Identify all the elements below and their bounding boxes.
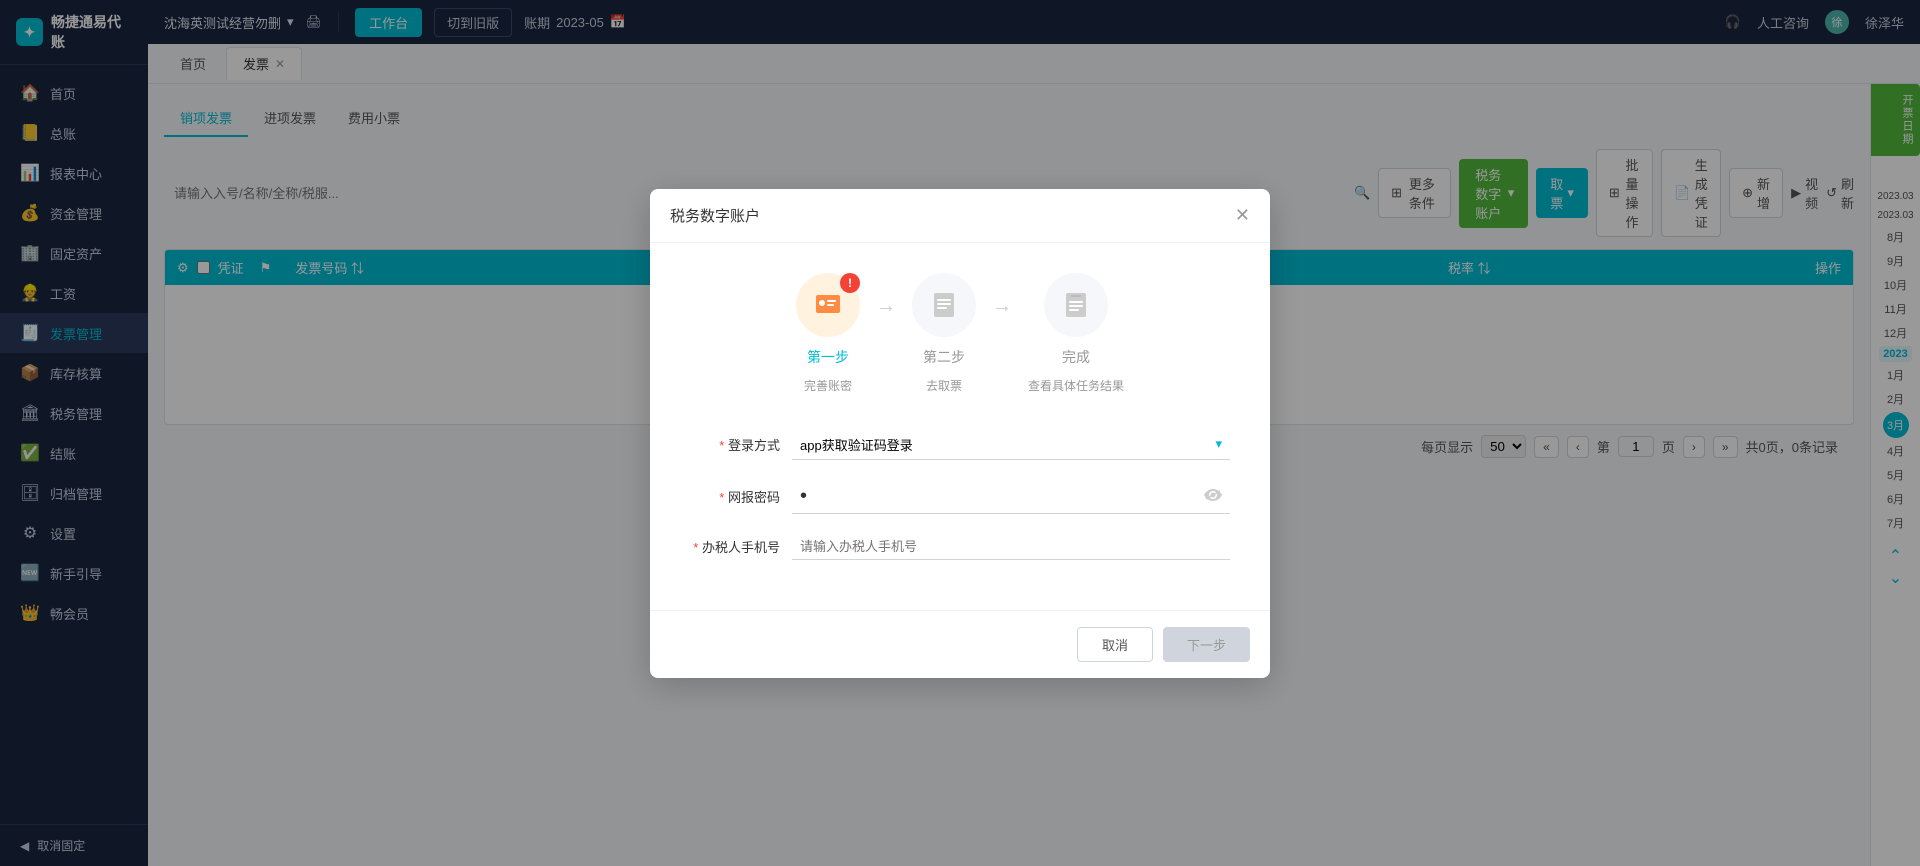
cancel-button[interactable]: 取消	[1077, 627, 1153, 662]
steps: ! 第一步 完善账密 →	[690, 273, 1230, 394]
password-wrap: •	[792, 480, 1230, 514]
login-method-value: app获取验证码登录	[800, 435, 913, 454]
step-3-svg	[1056, 285, 1096, 325]
modal-overlay: 税务数字账户 ✕ !	[0, 0, 1920, 866]
step-3-title: 完成	[1062, 347, 1090, 367]
password-toggle-icon[interactable]	[1204, 488, 1222, 504]
next-button[interactable]: 下一步	[1163, 627, 1250, 662]
phone-label: * 办税人手机号	[690, 537, 780, 556]
tax-account-modal: 税务数字账户 ✕ !	[650, 189, 1270, 678]
login-method-select[interactable]: app获取验证码登录 ▾	[792, 430, 1230, 460]
step-1-icon-wrap: !	[796, 273, 860, 337]
step-2-svg	[924, 285, 964, 325]
step-1-badge: !	[840, 273, 860, 293]
login-method-row: * 登录方式 app获取验证码登录 ▾	[690, 430, 1230, 460]
modal-close-button[interactable]: ✕	[1235, 205, 1250, 226]
step-2-title: 第二步	[923, 347, 965, 367]
step-2-desc: 去取票	[926, 377, 962, 394]
password-dot: •	[800, 485, 807, 508]
step-2-icon-wrap	[912, 273, 976, 337]
step-1-title: 第一步	[807, 347, 849, 367]
modal-footer: 取消 下一步	[650, 610, 1270, 678]
arrow-1-2: →	[876, 295, 896, 318]
arrow-2-3: →	[992, 295, 1012, 318]
login-method-dropdown-icon: ▾	[1215, 436, 1222, 452]
step-3-icon-wrap	[1044, 273, 1108, 337]
password-row: * 网报密码 •	[690, 480, 1230, 514]
step-1-desc: 完善账密	[804, 377, 852, 394]
login-method-label: * 登录方式	[690, 435, 780, 454]
step-2: 第二步 去取票	[912, 273, 976, 394]
phone-row: * 办税人手机号	[690, 534, 1230, 560]
step-1: ! 第一步 完善账密	[796, 273, 860, 394]
modal-body: ! 第一步 完善账密 →	[650, 243, 1270, 610]
step-1-svg	[808, 285, 848, 325]
phone-input[interactable]	[792, 534, 1230, 560]
modal-title: 税务数字账户	[670, 205, 760, 226]
password-label: * 网报密码	[690, 487, 780, 506]
step-3: 完成 查看具体任务结果	[1028, 273, 1124, 394]
modal-header: 税务数字账户 ✕	[650, 189, 1270, 243]
step-3-desc: 查看具体任务结果	[1028, 377, 1124, 394]
